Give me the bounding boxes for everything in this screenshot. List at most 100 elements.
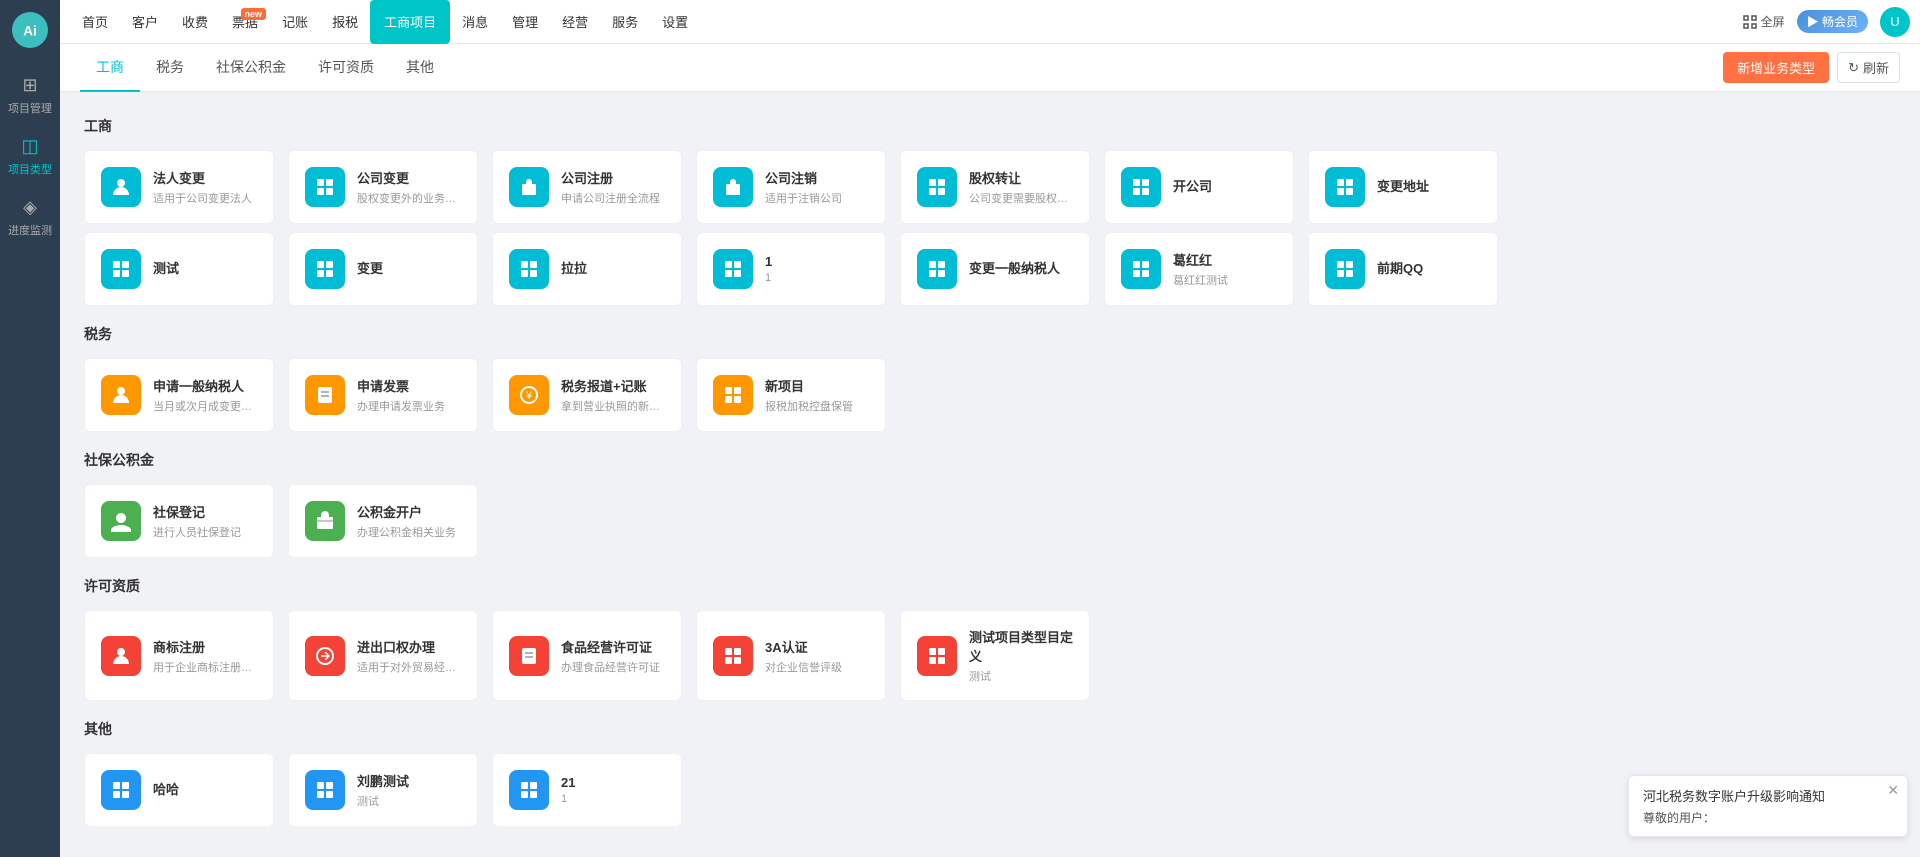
refresh-icon: ↻ bbox=[1848, 60, 1859, 76]
card-pre-qq[interactable]: 前期QQ bbox=[1308, 232, 1498, 306]
card-liupeng-test-icon bbox=[305, 770, 345, 810]
card-company-register-icon bbox=[509, 167, 549, 207]
card-num1-text: 1 1 bbox=[765, 254, 869, 284]
tab-social[interactable]: 社保公积金 bbox=[200, 44, 302, 92]
card-test-icon bbox=[101, 249, 141, 289]
card-new-project-text: 新项目 报税加税控盘保管 bbox=[765, 376, 869, 414]
card-company-change[interactable]: 公司变更 股权变更外的业务变更 bbox=[288, 150, 478, 224]
sidebar-item-progress-monitor-label: 进度监测 bbox=[8, 222, 52, 238]
user-avatar[interactable]: U bbox=[1880, 7, 1910, 37]
card-new-project[interactable]: 新项目 报税加税控盘保管 bbox=[696, 358, 886, 432]
card-test-project-type[interactable]: 测试项目类型目定义 测试 bbox=[900, 610, 1090, 701]
nav-accounting[interactable]: 记账 bbox=[270, 0, 320, 44]
nav-home[interactable]: 首页 bbox=[70, 0, 120, 44]
card-test[interactable]: 测试 bbox=[84, 232, 274, 306]
nav-service[interactable]: 服务 bbox=[600, 0, 650, 44]
svg-text:¥: ¥ bbox=[525, 390, 533, 402]
tax-cards: 申请一般纳税人 当月或次月成变更完成 申请发票 办理申请发票业务 ¥ 税务报道 bbox=[84, 358, 1896, 432]
project-type-icon: ◫ bbox=[21, 136, 38, 157]
permit-section-title: 许可资质 bbox=[84, 576, 1896, 596]
notification-close-button[interactable]: ✕ bbox=[1887, 782, 1899, 799]
fullscreen-btn[interactable]: 全屏 bbox=[1743, 13, 1785, 30]
card-test-project-type-icon bbox=[917, 636, 957, 676]
card-open-company-icon bbox=[1121, 167, 1161, 207]
tab-other[interactable]: 其他 bbox=[390, 44, 450, 92]
nav-invoice[interactable]: 票据 new bbox=[220, 0, 270, 44]
card-pre-qq-icon bbox=[1325, 249, 1365, 289]
sidebar: Ai ⊞ 项目管理 ◫ 项目类型 ◈ 进度监测 bbox=[0, 0, 60, 857]
card-lala-icon bbox=[509, 249, 549, 289]
card-apply-invoice[interactable]: 申请发票 办理申请发票业务 bbox=[288, 358, 478, 432]
vip-button[interactable]: ▶ 畅会员 bbox=[1797, 10, 1868, 33]
tab-bar-actions: 新增业务类型 ↻ 刷新 bbox=[1723, 52, 1900, 83]
card-company-cancel-icon bbox=[713, 167, 753, 207]
fullscreen-icon bbox=[1743, 15, 1757, 29]
notification-panel: ✕ 河北税务数字账户升级影响通知 尊敬的用户： bbox=[1628, 775, 1908, 837]
card-fund-open[interactable]: 公积金开户 办理公积金相关业务 bbox=[288, 484, 478, 558]
card-open-company[interactable]: 开公司 bbox=[1104, 150, 1294, 224]
nav-industry[interactable]: 工商项目 bbox=[370, 0, 450, 44]
notification-body: 尊敬的用户： bbox=[1643, 809, 1893, 826]
card-food-permit[interactable]: 食品经营许可证 办理食品经营许可证 bbox=[492, 610, 682, 701]
sidebar-item-project-type[interactable]: ◫ 项目类型 bbox=[0, 126, 60, 187]
card-change-address-icon bbox=[1325, 167, 1365, 207]
card-fund-open-icon bbox=[305, 501, 345, 541]
card-import-export-icon bbox=[305, 636, 345, 676]
card-trademark[interactable]: 商标注册 用于企业商标注册服务 bbox=[84, 610, 274, 701]
card-tax-report[interactable]: ¥ 税务报道+记账 拿到营业执照的新公司 bbox=[492, 358, 682, 432]
card-mohonghong[interactable]: 葛红红 葛红红测试 bbox=[1104, 232, 1294, 306]
card-haha-icon bbox=[101, 770, 141, 810]
card-company-register[interactable]: 公司注册 申请公司注册全流程 bbox=[492, 150, 682, 224]
card-social-register[interactable]: 社保登记 进行人员社保登记 bbox=[84, 484, 274, 558]
card-equity-transfer-text: 股权转让 公司变更需要股权转让 bbox=[969, 168, 1073, 206]
nav-customer[interactable]: 客户 bbox=[120, 0, 170, 44]
sidebar-item-project-manage[interactable]: ⊞ 项目管理 bbox=[0, 65, 60, 126]
card-haha[interactable]: 哈哈 bbox=[84, 753, 274, 827]
new-type-button[interactable]: 新增业务类型 bbox=[1723, 52, 1829, 83]
card-apply-invoice-text: 申请发票 办理申请发票业务 bbox=[357, 376, 461, 414]
card-apply-general-tax-text: 申请一般纳税人 当月或次月成变更完成 bbox=[153, 376, 257, 414]
card-pre-qq-text: 前期QQ bbox=[1377, 258, 1481, 280]
nav-billing[interactable]: 收费 bbox=[170, 0, 220, 44]
card-apply-general-tax[interactable]: 申请一般纳税人 当月或次月成变更完成 bbox=[84, 358, 274, 432]
card-lala-text: 拉拉 bbox=[561, 258, 665, 280]
card-change2-text: 变更 bbox=[357, 258, 461, 280]
nav-tax[interactable]: 报税 bbox=[320, 0, 370, 44]
card-import-export[interactable]: 进出口权办理 适用于对外贸易经营者 bbox=[288, 610, 478, 701]
industry-cards: 法人变更 适用于公司变更法人 公司变更 股权变更外的业务变更 公司注册 bbox=[84, 150, 1896, 224]
avatar-text: U bbox=[1890, 14, 1899, 29]
card-company-cancel[interactable]: 公司注销 适用于注销公司 bbox=[696, 150, 886, 224]
card-change-address[interactable]: 变更地址 bbox=[1308, 150, 1498, 224]
social-cards: 社保登记 进行人员社保登记 公积金开户 办理公积金相关业务 bbox=[84, 484, 1896, 558]
sidebar-logo: Ai bbox=[10, 10, 50, 50]
nav-operation[interactable]: 经营 bbox=[550, 0, 600, 44]
card-num21[interactable]: 21 1 bbox=[492, 753, 682, 827]
nav-manage[interactable]: 管理 bbox=[500, 0, 550, 44]
invoice-badge: new bbox=[241, 8, 267, 20]
card-change-tax[interactable]: 变更一般纳税人 bbox=[900, 232, 1090, 306]
tab-permit[interactable]: 许可资质 bbox=[302, 44, 390, 92]
nav-settings[interactable]: 设置 bbox=[650, 0, 700, 44]
card-change-tax-text: 变更一般纳税人 bbox=[969, 258, 1073, 280]
sidebar-item-progress-monitor[interactable]: ◈ 进度监测 bbox=[0, 187, 60, 248]
card-legal-change[interactable]: 法人变更 适用于公司变更法人 bbox=[84, 150, 274, 224]
tab-industry[interactable]: 工商 bbox=[80, 44, 140, 92]
card-3a-cert[interactable]: 3A认证 对企业信誉评级 bbox=[696, 610, 886, 701]
card-company-cancel-text: 公司注销 适用于注销公司 bbox=[765, 168, 869, 206]
card-change2[interactable]: 变更 bbox=[288, 232, 478, 306]
vip-icon: ▶ bbox=[1807, 15, 1819, 29]
card-company-change-text: 公司变更 股权变更外的业务变更 bbox=[357, 168, 461, 206]
card-equity-transfer-icon bbox=[917, 167, 957, 207]
social-section-title: 社保公积金 bbox=[84, 450, 1896, 470]
card-equity-transfer[interactable]: 股权转让 公司变更需要股权转让 bbox=[900, 150, 1090, 224]
card-liupeng-test[interactable]: 刘鹏测试 测试 bbox=[288, 753, 478, 827]
refresh-button[interactable]: ↻ 刷新 bbox=[1837, 52, 1900, 83]
top-nav: 首页 客户 收费 票据 new 记账 报税 工商项目 消息 管理 经营 服务 设… bbox=[60, 0, 1920, 44]
card-num1[interactable]: 1 1 bbox=[696, 232, 886, 306]
card-apply-general-tax-icon bbox=[101, 375, 141, 415]
content-area: 工商 法人变更 适用于公司变更法人 公司变更 股权变更外的业务变更 bbox=[60, 92, 1920, 855]
card-num21-text: 21 1 bbox=[561, 775, 665, 805]
tab-tax[interactable]: 税务 bbox=[140, 44, 200, 92]
nav-message[interactable]: 消息 bbox=[450, 0, 500, 44]
card-lala[interactable]: 拉拉 bbox=[492, 232, 682, 306]
